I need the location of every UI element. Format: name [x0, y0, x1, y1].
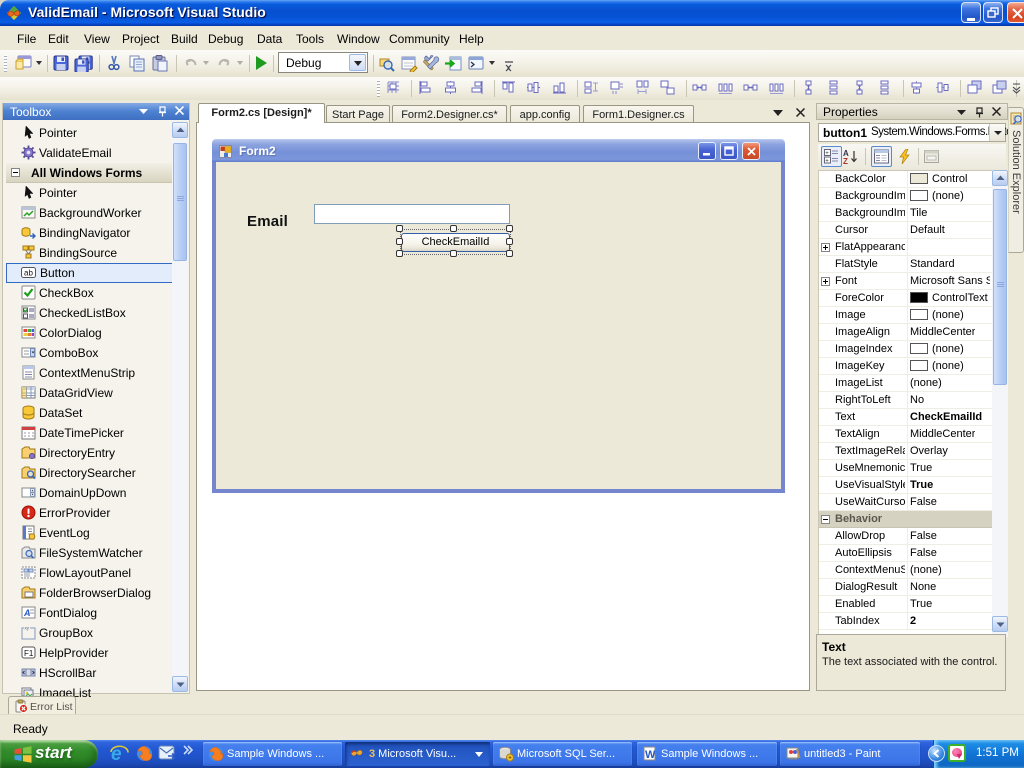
svg-text:F1: F1	[24, 649, 34, 658]
svg-text:+: +	[825, 158, 829, 164]
svg-text:A: A	[23, 608, 31, 618]
svg-text:ab: ab	[24, 269, 33, 278]
svg-text:W: W	[645, 749, 656, 761]
svg-text:+: +	[825, 151, 829, 157]
svg-text:xy: xy	[25, 626, 30, 631]
svg-text:Z: Z	[843, 157, 848, 164]
